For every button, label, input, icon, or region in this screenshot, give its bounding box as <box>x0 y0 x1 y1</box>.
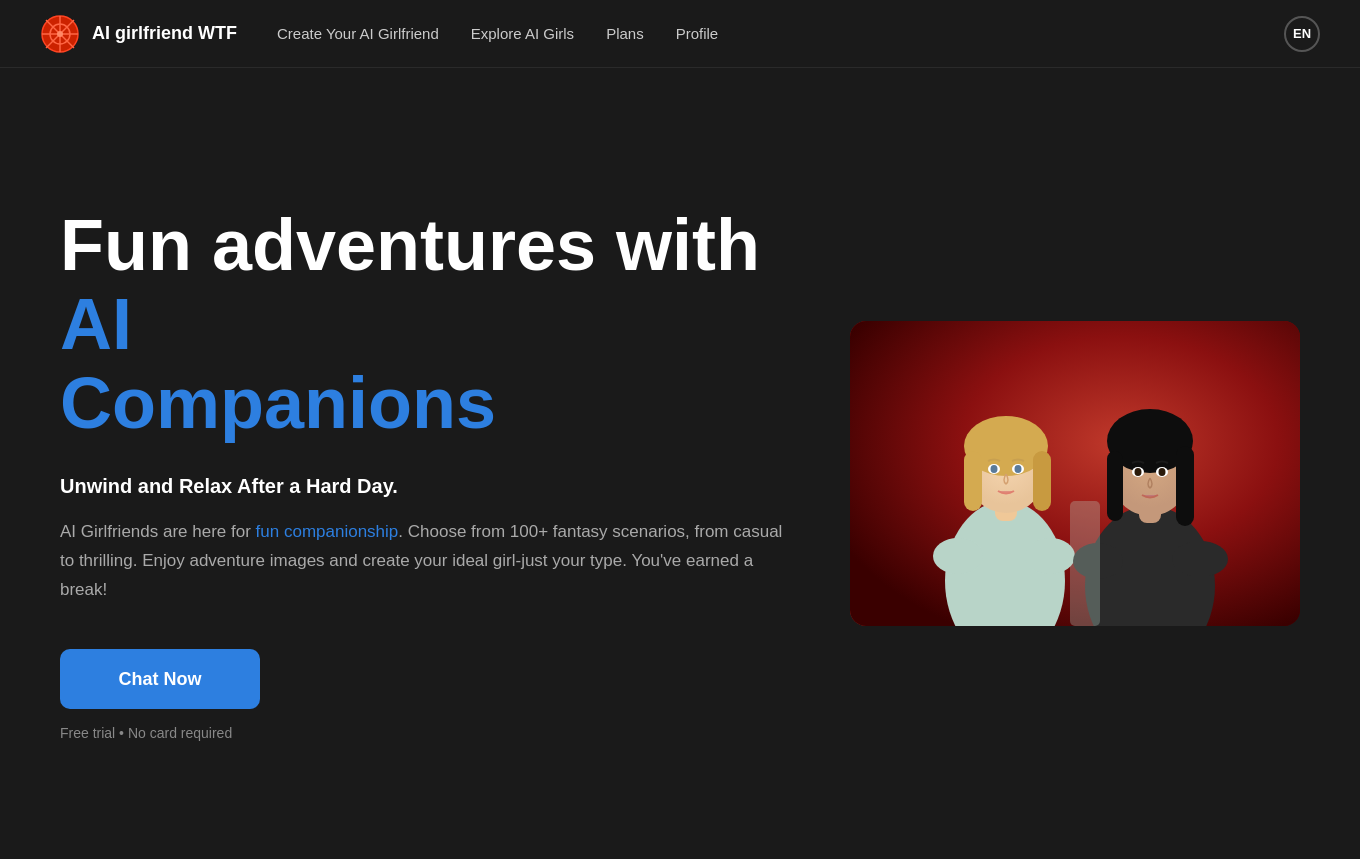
svg-point-19 <box>1025 538 1075 574</box>
language-selector[interactable]: EN <box>1284 16 1320 52</box>
brand-logo-icon <box>40 14 80 54</box>
headline-ai: AI <box>60 284 132 364</box>
hero-image-svg <box>850 321 1300 626</box>
nav-plans[interactable]: Plans <box>606 25 644 42</box>
svg-rect-25 <box>1176 446 1194 526</box>
hero-subheadline: Unwind and Relax After a Hard Day. <box>60 475 790 498</box>
hero-headline: Fun adventures with AICompanions <box>60 206 790 444</box>
fun-companionship-highlight: fun companionship <box>256 522 399 541</box>
hero-content: Fun adventures with AICompanions Unwind … <box>60 206 850 741</box>
hero-body: AI Girlfriends are here for fun companio… <box>60 518 790 605</box>
svg-point-15 <box>991 465 998 473</box>
nav-profile[interactable]: Profile <box>676 25 719 42</box>
chat-now-button[interactable]: Chat Now <box>60 649 260 709</box>
nav-explore-girls[interactable]: Explore AI Girls <box>471 25 574 42</box>
svg-rect-24 <box>1107 451 1123 521</box>
navbar-links: Create Your AI Girlfriend Explore AI Gir… <box>277 25 1284 42</box>
free-trial-text: Free trial • No card required <box>60 725 790 741</box>
svg-point-31 <box>1172 541 1228 577</box>
svg-rect-32 <box>1070 501 1100 626</box>
navbar: AI girlfriend WTF Create Your AI Girlfri… <box>0 0 1360 68</box>
brand-title: AI girlfriend WTF <box>92 23 237 44</box>
nav-create-girlfriend[interactable]: Create Your AI Girlfriend <box>277 25 439 42</box>
body-text-1: AI Girlfriends are here for <box>60 522 256 541</box>
svg-point-18 <box>933 538 983 574</box>
hero-section: Fun adventures with AICompanions Unwind … <box>0 68 1360 859</box>
svg-rect-13 <box>1033 451 1051 511</box>
svg-rect-12 <box>964 451 982 511</box>
svg-point-27 <box>1135 468 1142 476</box>
svg-point-6 <box>57 31 63 37</box>
svg-point-29 <box>1159 468 1166 476</box>
headline-companions: Companions <box>60 363 496 443</box>
svg-point-17 <box>1015 465 1022 473</box>
hero-image <box>850 321 1300 626</box>
brand[interactable]: AI girlfriend WTF <box>40 14 237 54</box>
